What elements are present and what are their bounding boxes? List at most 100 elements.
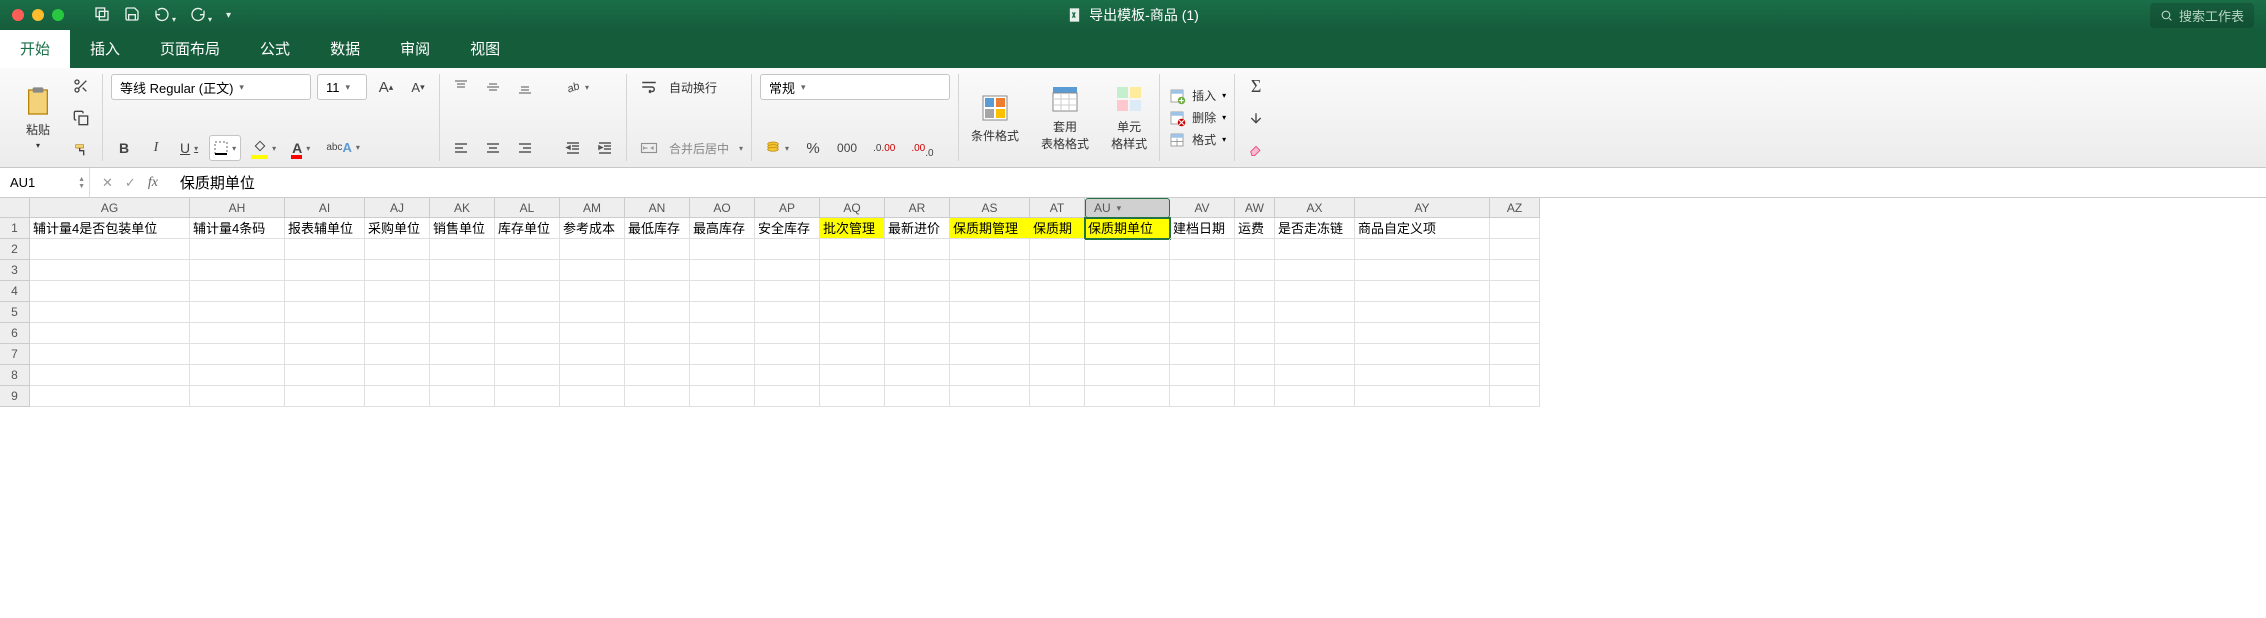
- cell[interactable]: [625, 260, 690, 281]
- align-center-icon[interactable]: [480, 135, 506, 161]
- cell[interactable]: [1030, 281, 1085, 302]
- cell[interactable]: [1170, 344, 1235, 365]
- cell[interactable]: [1085, 281, 1170, 302]
- cell[interactable]: [190, 260, 285, 281]
- row-header[interactable]: 4: [0, 281, 30, 302]
- cell[interactable]: [950, 386, 1030, 407]
- tab-数据[interactable]: 数据: [310, 29, 380, 68]
- cell[interactable]: [495, 281, 560, 302]
- enter-formula-icon[interactable]: ✓: [125, 175, 136, 191]
- cell[interactable]: [820, 344, 885, 365]
- cell[interactable]: [285, 386, 365, 407]
- cell-styles-button[interactable]: 单元 格样式: [1107, 81, 1151, 154]
- save-dup-icon[interactable]: [94, 6, 110, 25]
- bold-button[interactable]: B: [111, 135, 137, 161]
- cell[interactable]: [950, 302, 1030, 323]
- border-button[interactable]: [209, 135, 241, 161]
- col-header[interactable]: AW: [1235, 198, 1275, 218]
- cell[interactable]: [1490, 281, 1540, 302]
- cell[interactable]: [1275, 302, 1355, 323]
- cell[interactable]: [1275, 323, 1355, 344]
- cell[interactable]: [690, 365, 755, 386]
- cell[interactable]: [755, 323, 820, 344]
- col-header[interactable]: AZ: [1490, 198, 1540, 218]
- cell[interactable]: [285, 260, 365, 281]
- cell[interactable]: [1355, 239, 1490, 260]
- increase-indent-icon[interactable]: [592, 135, 618, 161]
- tab-公式[interactable]: 公式: [240, 29, 310, 68]
- decrease-indent-icon[interactable]: [560, 135, 586, 161]
- row-header[interactable]: 1: [0, 218, 30, 239]
- clear-icon[interactable]: [1243, 136, 1269, 161]
- cell[interactable]: 库存单位: [495, 218, 560, 239]
- cell[interactable]: [430, 386, 495, 407]
- number-format-select[interactable]: 常规: [760, 74, 950, 100]
- cell[interactable]: [285, 365, 365, 386]
- cell[interactable]: [560, 344, 625, 365]
- cell[interactable]: [1490, 239, 1540, 260]
- cell[interactable]: [1490, 302, 1540, 323]
- cell[interactable]: 最新进价: [885, 218, 950, 239]
- cell[interactable]: 参考成本: [560, 218, 625, 239]
- delete-cells-button[interactable]: 删除▾: [1168, 109, 1226, 127]
- tab-视图[interactable]: 视图: [450, 29, 520, 68]
- cell[interactable]: [430, 323, 495, 344]
- insert-cells-button[interactable]: 插入▾: [1168, 87, 1226, 105]
- save-icon[interactable]: [124, 6, 140, 25]
- row-header[interactable]: 3: [0, 260, 30, 281]
- cell[interactable]: [1235, 386, 1275, 407]
- cell[interactable]: [885, 323, 950, 344]
- cell[interactable]: [365, 386, 430, 407]
- cell[interactable]: [560, 365, 625, 386]
- col-header[interactable]: AT: [1030, 198, 1085, 218]
- cell[interactable]: [285, 239, 365, 260]
- cell[interactable]: [365, 344, 430, 365]
- cell[interactable]: [430, 302, 495, 323]
- cell[interactable]: [1085, 386, 1170, 407]
- cell[interactable]: [190, 323, 285, 344]
- namebox-down[interactable]: ▼: [78, 183, 85, 190]
- cell[interactable]: [495, 344, 560, 365]
- cell[interactable]: [820, 365, 885, 386]
- col-header[interactable]: AM: [560, 198, 625, 218]
- row-header[interactable]: 9: [0, 386, 30, 407]
- percent-icon[interactable]: %: [800, 135, 826, 161]
- cell[interactable]: [285, 323, 365, 344]
- tab-插入[interactable]: 插入: [70, 29, 140, 68]
- row-header[interactable]: 2: [0, 239, 30, 260]
- cell[interactable]: [495, 302, 560, 323]
- decrease-font-icon[interactable]: A▾: [405, 74, 431, 100]
- cell[interactable]: [285, 344, 365, 365]
- align-middle-icon[interactable]: [480, 74, 506, 100]
- cell[interactable]: 最低库存: [625, 218, 690, 239]
- cell[interactable]: [1085, 323, 1170, 344]
- font-size-select[interactable]: 11: [317, 74, 367, 100]
- cell[interactable]: [365, 302, 430, 323]
- cell[interactable]: [950, 323, 1030, 344]
- cell[interactable]: [820, 323, 885, 344]
- increase-decimal-icon[interactable]: .0.00: [868, 135, 900, 161]
- tab-页面布局[interactable]: 页面布局: [140, 29, 240, 68]
- cell[interactable]: [30, 260, 190, 281]
- cell[interactable]: [1235, 323, 1275, 344]
- redo-icon[interactable]: ▾: [190, 6, 212, 25]
- decrease-decimal-icon[interactable]: .00.0: [906, 135, 938, 161]
- cell[interactable]: [1030, 239, 1085, 260]
- cell[interactable]: [190, 344, 285, 365]
- cell[interactable]: [1170, 323, 1235, 344]
- fx-icon[interactable]: fx: [148, 175, 158, 191]
- cell[interactable]: [1355, 281, 1490, 302]
- cell[interactable]: [1085, 239, 1170, 260]
- cell[interactable]: 保质期: [1030, 218, 1085, 239]
- cell[interactable]: [820, 302, 885, 323]
- row-header[interactable]: 8: [0, 365, 30, 386]
- cell[interactable]: [1170, 260, 1235, 281]
- cell[interactable]: [365, 239, 430, 260]
- cell[interactable]: [1085, 365, 1170, 386]
- cell[interactable]: [820, 239, 885, 260]
- namebox-up[interactable]: ▲: [78, 176, 85, 183]
- cell[interactable]: [1275, 239, 1355, 260]
- select-all-corner[interactable]: [0, 198, 30, 218]
- cell[interactable]: [950, 365, 1030, 386]
- col-header[interactable]: AR: [885, 198, 950, 218]
